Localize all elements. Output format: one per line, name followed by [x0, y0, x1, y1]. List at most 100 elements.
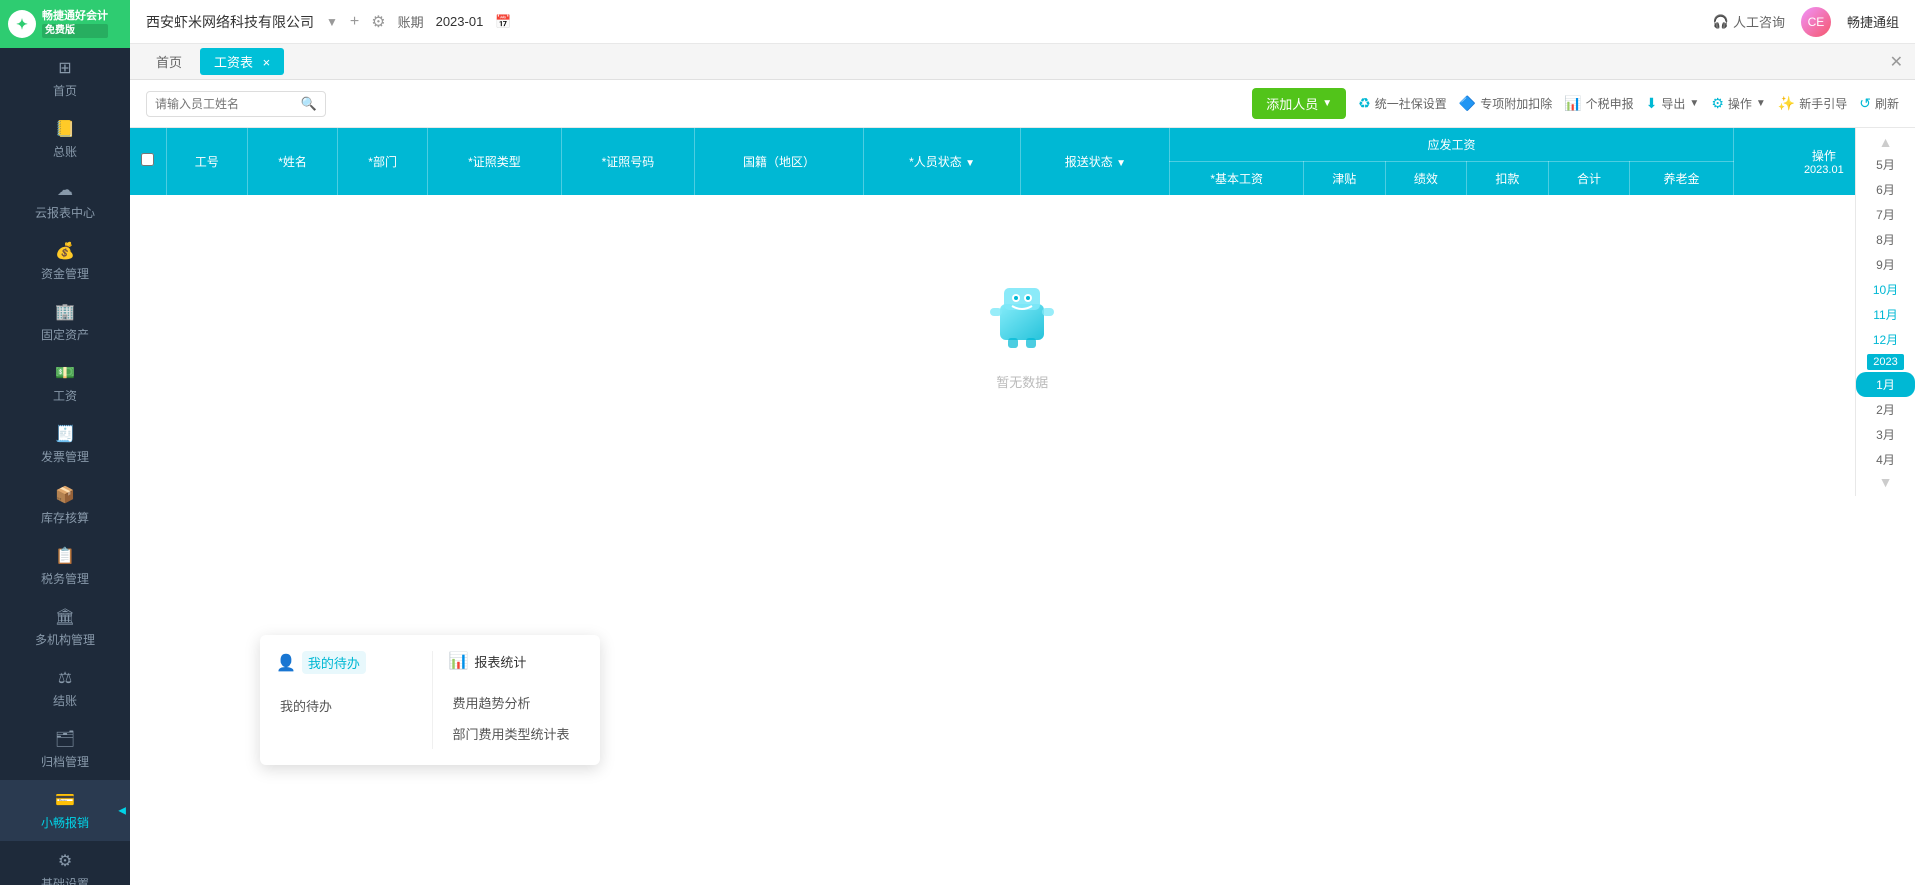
logo-icon: ✦ — [8, 10, 36, 38]
settle-icon: ⚖ — [58, 668, 72, 688]
popup-left-title: 👤 我的待办 — [276, 651, 412, 680]
new-guide-action[interactable]: ✨ 新手引导 — [1778, 95, 1847, 112]
sidebar-item-xiao-chang[interactable]: 💳 小畅报销 ◀ — [0, 780, 130, 841]
add-people-label: 添加人员 — [1266, 94, 1318, 113]
archive-icon: 🗂 — [55, 729, 75, 749]
tax-report-action[interactable]: 📊 个税申报 — [1564, 95, 1633, 112]
company-name: 西安虾米网络科技有限公司 — [146, 12, 314, 32]
th-nationality: 国籍（地区） — [695, 128, 864, 195]
tabbar: 首页 工资表 × ✕ — [130, 44, 1915, 80]
global-close-btn[interactable]: ✕ — [1890, 52, 1903, 72]
content-area: 🔍 添加人员 ▼ ♻ 统一社保设置 🔷 专项附加扣除 📊 个税申报 — [130, 80, 1915, 885]
sidebar-item-basic-settings[interactable]: ⚙ 基础设置 — [0, 841, 130, 885]
select-all-checkbox[interactable] — [141, 153, 154, 166]
month-7[interactable]: 7月 — [1856, 202, 1915, 227]
sidebar-item-home[interactable]: ⊞ 首页 — [0, 48, 130, 109]
report-stats-label: 报表统计 — [474, 652, 526, 671]
table-container: 工号 *姓名 *部门 *证照类型 *证照号码 国籍（地区） *人员状态 ▼ — [130, 128, 1915, 885]
multi-org-icon: 🏛 — [55, 607, 75, 627]
month-12[interactable]: 12月 — [1856, 327, 1915, 352]
sidebar-item-multi-org[interactable]: 🏛 多机构管理 — [0, 597, 130, 658]
filter-icon-report[interactable]: ▼ — [1116, 158, 1126, 169]
add-company-btn[interactable]: + — [350, 13, 359, 31]
month-5[interactable]: 5月 — [1856, 152, 1915, 177]
empty-state-cell: 暂无数据 — [130, 195, 1915, 471]
sidebar-item-ledger[interactable]: 📒 总账 — [0, 109, 130, 170]
search-input[interactable] — [155, 97, 295, 111]
tab-salary[interactable]: 工资表 × — [200, 48, 284, 75]
special-deduct-action[interactable]: 🔷 专项附加扣除 — [1459, 95, 1552, 112]
new-guide-label: 新手引导 — [1799, 95, 1847, 112]
company-dropdown-arrow[interactable]: ▼ — [326, 15, 338, 29]
sidebar-item-invoice[interactable]: 🧾 发票管理 — [0, 414, 130, 475]
empty-state: 暂无数据 — [130, 196, 1915, 471]
calendar-icon[interactable]: 📅 — [495, 14, 511, 30]
sidebar-label-fixed: 固定资产 — [41, 326, 89, 343]
th-deduct: 扣款 — [1467, 162, 1549, 196]
popup-my-todo[interactable]: 我的待办 — [276, 690, 412, 721]
sidebar-item-tax[interactable]: 📋 税务管理 — [0, 536, 130, 597]
sidebar-label-cloud: 云报表中心 — [35, 204, 95, 221]
search-box[interactable]: 🔍 — [146, 91, 326, 117]
th-emp-no: 工号 — [166, 128, 248, 195]
xiao-chang-popup: 👤 我的待办 我的待办 📊 报表统计 费用趋势分析 部门费用类型统计表 — [260, 635, 600, 765]
th-base-salary: *基本工资 — [1170, 162, 1304, 196]
add-people-arrow: ▼ — [1322, 98, 1332, 109]
operation-label: 操作 — [1728, 95, 1752, 112]
sidebar-item-fixed-assets[interactable]: 🏢 固定资产 — [0, 292, 130, 353]
salary-table: 工号 *姓名 *部门 *证照类型 *证照号码 国籍（地区） *人员状态 ▼ — [130, 128, 1915, 471]
month-11[interactable]: 11月 — [1856, 302, 1915, 327]
month-8[interactable]: 8月 — [1856, 227, 1915, 252]
invoice-icon: 🧾 — [55, 424, 75, 444]
table-wrapper: 工号 *姓名 *部门 *证照类型 *证照号码 国籍（地区） *人员状态 ▼ — [130, 128, 1915, 885]
sidebar-item-settle[interactable]: ⚖ 结账 — [0, 658, 130, 719]
basic-settings-icon: ⚙ — [58, 851, 72, 871]
th-id-type: *证照类型 — [428, 128, 562, 195]
filter-icon-person[interactable]: ▼ — [965, 158, 975, 169]
sidebar-item-cloud-report[interactable]: ☁ 云报表中心 — [0, 170, 130, 231]
search-icon: 🔍 — [301, 96, 317, 112]
refresh-action[interactable]: ↺ 刷新 — [1859, 95, 1899, 112]
month-nav-down[interactable]: ▼ — [1879, 472, 1893, 492]
sidebar: ✦ 畅捷通好会计 免费版 ⊞ 首页 📒 总账 ☁ 云报表中心 💰 资金管理 🏢 … — [0, 0, 130, 885]
popup-cost-trend[interactable]: 费用趋势分析 — [449, 687, 585, 718]
sidebar-label-tax: 税务管理 — [41, 570, 89, 587]
th-total: 合计 — [1548, 162, 1630, 196]
month-1[interactable]: 1月 — [1856, 372, 1915, 397]
month-2[interactable]: 2月 — [1856, 397, 1915, 422]
popup-dept-cost[interactable]: 部门费用类型统计表 — [449, 718, 585, 749]
month-nav-up[interactable]: ▲ — [1879, 132, 1893, 152]
month-6[interactable]: 6月 — [1856, 177, 1915, 202]
export-action[interactable]: ⬇ 导出 ▼ — [1646, 95, 1700, 112]
month-3[interactable]: 3月 — [1856, 422, 1915, 447]
service-btn[interactable]: 🎧 人工咨询 — [1713, 12, 1785, 31]
sidebar-item-salary[interactable]: 💵 工资 — [0, 353, 130, 414]
tab-home[interactable]: 首页 — [142, 48, 196, 75]
social-insurance-action[interactable]: ♻ 统一社保设置 — [1358, 95, 1447, 112]
month-4[interactable]: 4月 — [1856, 447, 1915, 472]
new-guide-icon: ✨ — [1778, 95, 1795, 112]
salary-icon: 💵 — [55, 363, 75, 383]
home-icon: ⊞ — [58, 58, 71, 78]
settings-icon[interactable]: ⚙ — [371, 12, 385, 32]
popup-right-col: 📊 报表统计 费用趋势分析 部门费用类型统计表 — [432, 651, 585, 749]
special-deduct-icon: 🔷 — [1459, 95, 1476, 112]
th-id-no: *证照号码 — [561, 128, 695, 195]
month-10[interactable]: 10月 — [1856, 277, 1915, 302]
th-checkbox[interactable] — [130, 128, 166, 195]
sidebar-label-basic: 基础设置 — [41, 875, 89, 885]
add-people-button[interactable]: 添加人员 ▼ — [1252, 88, 1346, 119]
popup-left-col: 👤 我的待办 我的待办 — [276, 651, 412, 749]
fixed-assets-icon: 🏢 — [55, 302, 75, 322]
empty-illustration — [982, 276, 1062, 356]
month-9[interactable]: 9月 — [1856, 252, 1915, 277]
empty-text: 暂无数据 — [996, 372, 1048, 391]
sidebar-item-archive[interactable]: 🗂 归档管理 — [0, 719, 130, 780]
tab-close-btn[interactable]: × — [263, 55, 271, 70]
tax-report-label: 个税申报 — [1586, 95, 1634, 112]
sidebar-item-inventory[interactable]: 📦 库存核算 — [0, 475, 130, 536]
tax-icon: 📋 — [55, 546, 75, 566]
sidebar-item-fund[interactable]: 💰 资金管理 — [0, 231, 130, 292]
operation-action[interactable]: ⚙ 操作 ▼ — [1711, 95, 1765, 112]
th-report-status: 报送状态 ▼ — [1021, 128, 1170, 195]
